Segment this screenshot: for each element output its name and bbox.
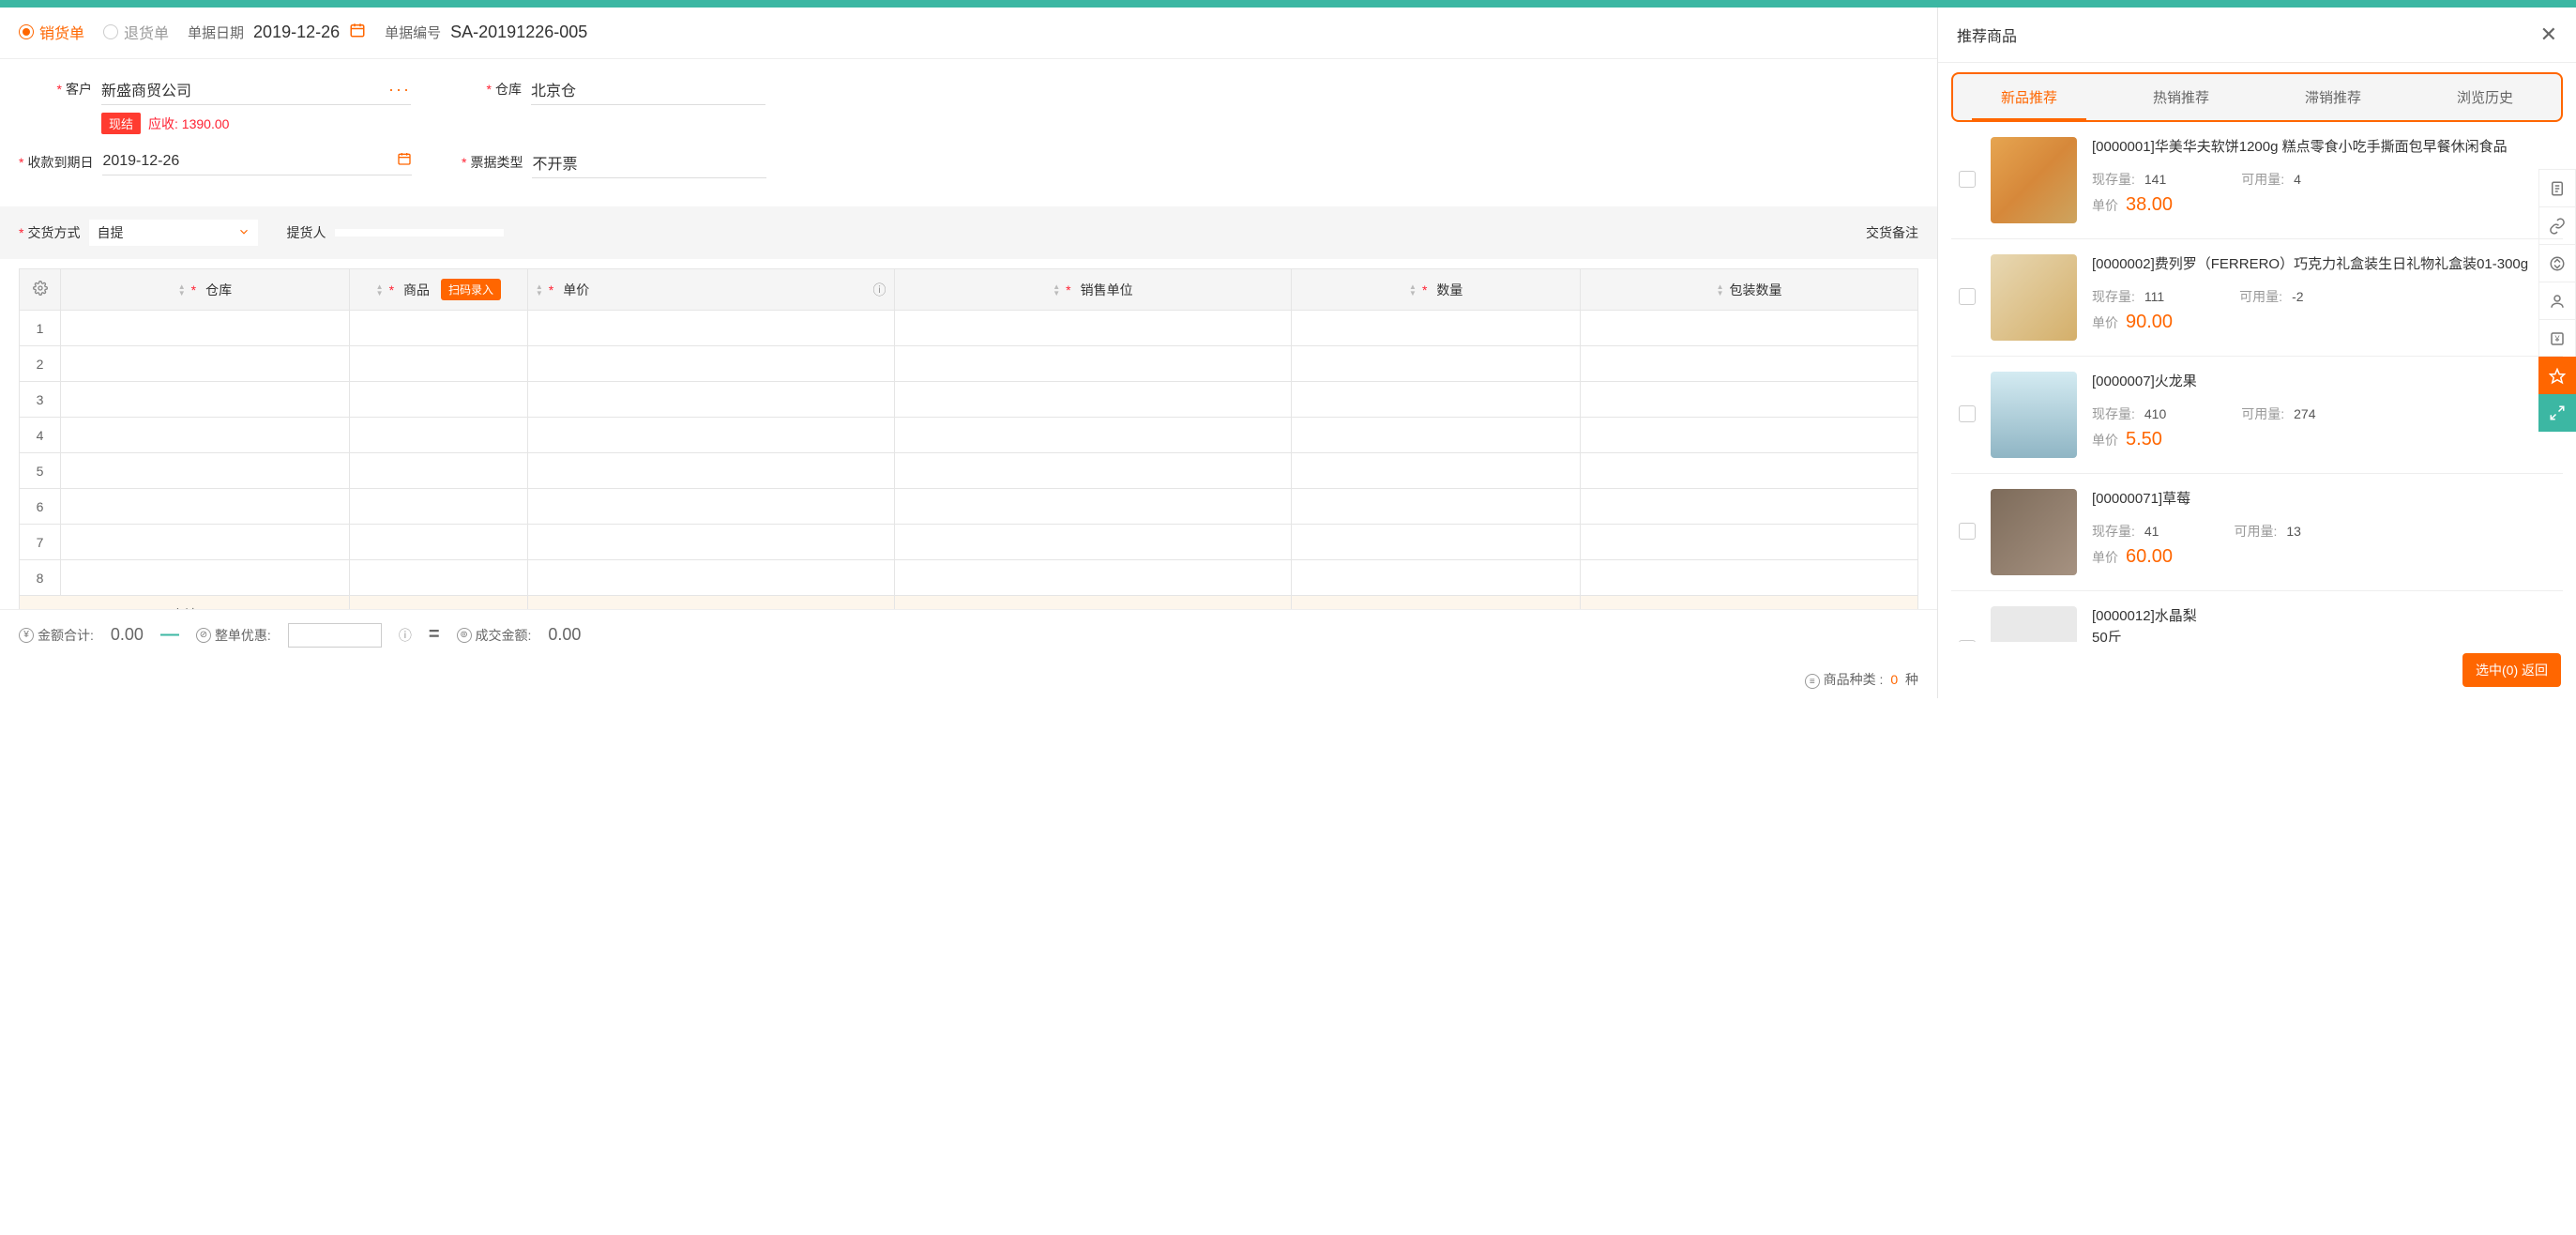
doc-type-radio-group: 销货单 退货单 [19, 21, 169, 43]
header-row: 销货单 退货单 单据日期 2019-12-26 单据编号 SA-20191226… [0, 8, 1937, 59]
product-name: [0000012]水晶梨50斤 [2092, 606, 2555, 642]
product-name: [0000001]华美华夫软饼1200g 糕点零食小吃手撕面包早餐休闲食品 [2092, 137, 2555, 159]
picker-input[interactable] [335, 229, 504, 236]
discount-icon: ⊘ [196, 628, 211, 643]
product-list: [0000001]华美华夫软饼1200g 糕点零食小吃手撕面包早餐休闲食品 现存… [1938, 122, 2576, 642]
product-item[interactable]: [0000002]费列罗（FERRERO）巧克力礼盒装生日礼物礼盒装01-300… [1951, 239, 2563, 357]
product-name: [0000002]费列罗（FERRERO）巧克力礼盒装生日礼物礼盒装01-300… [2092, 254, 2555, 276]
return-order-radio[interactable]: 退货单 [103, 21, 169, 43]
product-name: [00000071]草莓 [2092, 489, 2555, 511]
more-icon[interactable]: ··· [388, 80, 411, 99]
customer-input[interactable]: 新盛商贸公司 ··· [101, 74, 411, 105]
product-checkbox[interactable] [1959, 171, 1976, 188]
chevron-down-icon [237, 225, 250, 241]
doc-number-value: SA-20191226-005 [450, 23, 587, 42]
line-items-table: ▲▼*仓库 ▲▼*商品扫码录入 ▲▼*单价ⓘ ▲▼*销售单位 ▲▼*数量 ▲▼包… [19, 268, 1918, 609]
recommend-footer: 选中(0) 返回 [1938, 642, 2576, 698]
table-row[interactable]: 4 [20, 418, 1918, 453]
delivery-bar: *交货方式 自提 提货人 交货备注 [0, 206, 1937, 259]
recommend-tab[interactable]: 热销推荐 [2105, 74, 2257, 120]
product-item[interactable]: [0000001]华美华夫软饼1200g 糕点零食小吃手撕面包早餐休闲食品 现存… [1951, 122, 2563, 239]
payment-badge-row: 现结 应收: 1390.00 [101, 113, 411, 134]
total-amount: 0.00 [111, 625, 144, 645]
help-icon[interactable]: ⓘ [399, 626, 412, 645]
product-checkbox[interactable] [1959, 523, 1976, 540]
discount-input[interactable] [288, 623, 382, 648]
col-qty[interactable]: ▲▼*数量 [1292, 269, 1581, 311]
col-warehouse[interactable]: ▲▼*仓库 [61, 269, 350, 311]
doc-number: 单据编号 SA-20191226-005 [385, 23, 587, 42]
warehouse-select[interactable]: 北京仓 [531, 74, 765, 105]
paydate-label: 收款到期日 [27, 155, 93, 170]
remark-label: 交货备注 [1866, 223, 1918, 242]
table-row[interactable]: 7 [20, 525, 1918, 560]
sales-order-radio[interactable]: 销货单 [19, 21, 84, 43]
yen-icon: ¥ [19, 628, 34, 643]
doc-date-label: 单据日期 [188, 23, 244, 42]
product-image [1991, 137, 2077, 223]
table-row[interactable]: 5 [20, 453, 1918, 489]
warehouse-label: 仓库 [495, 82, 522, 97]
product-name: [0000007]火龙果 [2092, 372, 2555, 393]
deal-icon: ⊚ [457, 628, 472, 643]
gear-column[interactable] [20, 269, 61, 311]
minus-icon: — [160, 624, 179, 646]
product-image [1991, 606, 2077, 642]
paydate-input[interactable]: 2019-12-26 [102, 147, 412, 175]
totals-row: ¥ 金额合计: 0.00 — ⊘ 整单优惠: ⓘ = ⊚ 成交金额: 0.00 [0, 609, 1937, 661]
product-checkbox[interactable] [1959, 288, 1976, 305]
calendar-icon[interactable] [397, 151, 412, 171]
select-return-button[interactable]: 选中(0) 返回 [2462, 653, 2561, 687]
col-product[interactable]: ▲▼*商品扫码录入 [349, 269, 527, 311]
subtotal-row: 小计 [20, 596, 1918, 609]
table-row[interactable]: 2 [20, 346, 1918, 382]
product-item[interactable]: [0000012]水晶梨50斤 [1951, 591, 2563, 642]
delivery-select[interactable]: 自提 [89, 220, 258, 246]
product-item[interactable]: [00000071]草莓 现存量:41可用量:13单价60.00 [1951, 474, 2563, 591]
delivery-label: 交货方式 [27, 225, 80, 240]
equals-icon: = [429, 624, 440, 646]
scan-button[interactable]: 扫码录入 [441, 279, 501, 300]
picker-label: 提货人 [286, 223, 326, 242]
table-row[interactable]: 6 [20, 489, 1918, 525]
count-bar: ≡ 商品种类 : 0 种 [0, 661, 1937, 699]
recommend-title: 推荐商品 [1957, 23, 2017, 46]
doc-number-label: 单据编号 [385, 23, 441, 42]
col-price[interactable]: ▲▼*单价ⓘ [527, 269, 894, 311]
recommend-tab[interactable]: 新品推荐 [1953, 74, 2105, 120]
customer-label: 客户 [66, 82, 92, 97]
doc-date: 单据日期 2019-12-26 [188, 22, 366, 43]
product-checkbox[interactable] [1959, 405, 1976, 422]
list-icon: ≡ [1805, 674, 1820, 689]
invoice-label: 票据类型 [470, 155, 523, 170]
table-row[interactable]: 1 [20, 311, 1918, 346]
recommend-pane: 推荐商品 ✕ 新品推荐热销推荐滞销推荐浏览历史 [0000001]华美华夫软饼1… [1938, 0, 2576, 698]
help-icon[interactable]: ⓘ [873, 281, 886, 299]
product-count: 0 [1890, 672, 1898, 687]
col-pack[interactable]: ▲▼包装数量 [1581, 269, 1918, 311]
main-form-pane: 销货单 退货单 单据日期 2019-12-26 单据编号 SA-20191226… [0, 0, 1938, 698]
product-item[interactable]: [0000007]火龙果 现存量:410可用量:274单价5.50 [1951, 357, 2563, 474]
col-unit[interactable]: ▲▼*销售单位 [894, 269, 1292, 311]
close-icon[interactable]: ✕ [2540, 23, 2557, 47]
doc-date-value[interactable]: 2019-12-26 [253, 23, 340, 42]
calendar-icon[interactable] [349, 22, 366, 43]
deal-amount: 0.00 [548, 625, 581, 645]
invoice-select[interactable]: 不开票 [532, 147, 766, 178]
table-row[interactable]: 8 [20, 560, 1918, 596]
pay-now-badge: 现结 [101, 113, 141, 134]
recommend-tabs: 新品推荐热销推荐滞销推荐浏览历史 [1951, 72, 2563, 122]
product-image [1991, 372, 2077, 458]
product-image [1991, 489, 2077, 575]
recommend-tab[interactable]: 滞销推荐 [2257, 74, 2409, 120]
table-row[interactable]: 3 [20, 382, 1918, 418]
product-image [1991, 254, 2077, 341]
recommend-tab[interactable]: 浏览历史 [2409, 74, 2561, 120]
